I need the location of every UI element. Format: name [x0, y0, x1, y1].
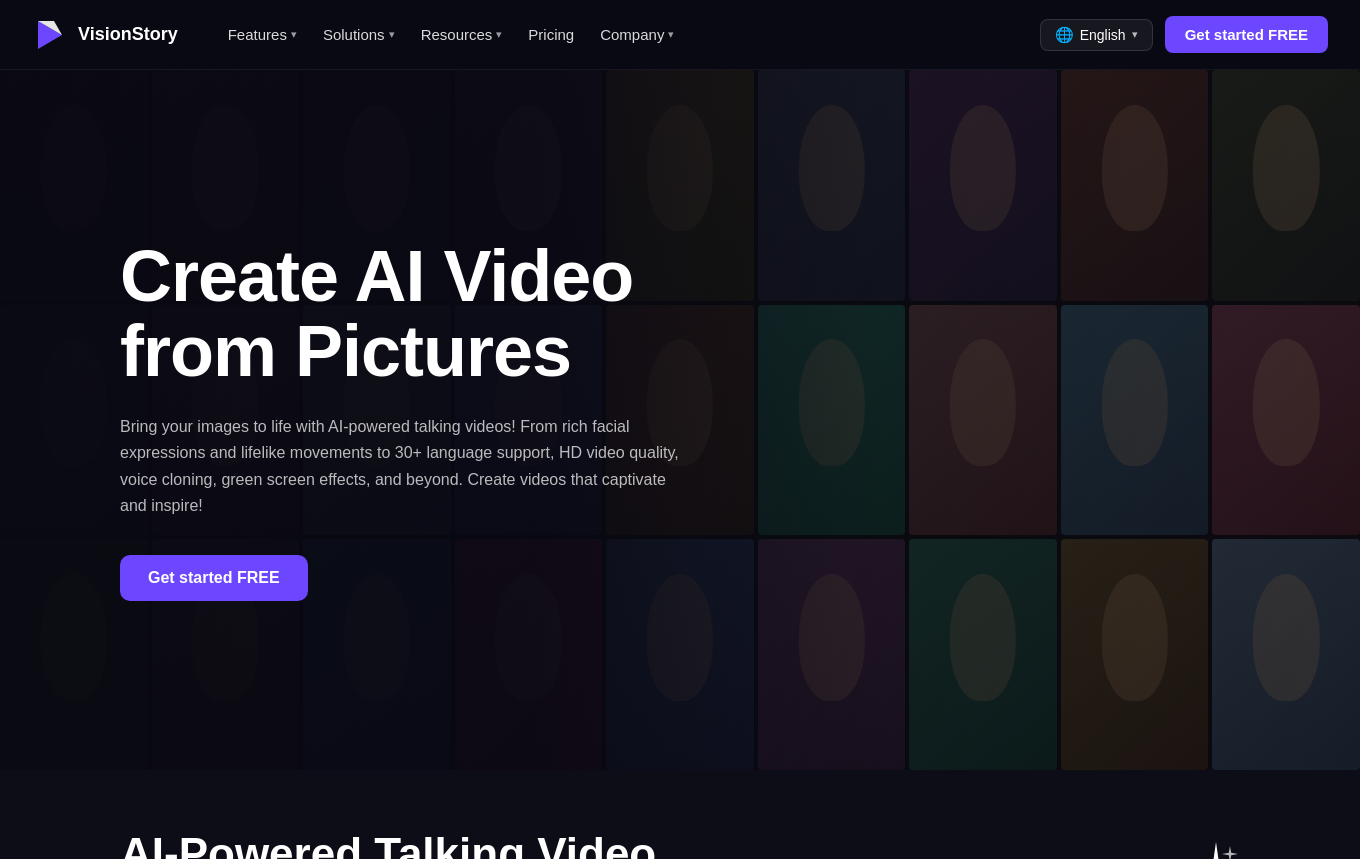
logo-icon [32, 17, 68, 53]
section-title: AI-Powered Talking Video [120, 830, 656, 859]
hero-section: Create AI Video from Pictures Bring your… [0, 70, 1360, 770]
nav-item-resources[interactable]: Resources ▾ [411, 20, 513, 49]
chevron-down-icon: ▾ [389, 28, 395, 41]
section-title-wrap: AI-Powered Talking Video [120, 830, 656, 859]
nav-item-solutions[interactable]: Solutions ▾ [313, 20, 405, 49]
nav-links: Features ▾ Solutions ▾ Resources ▾ Prici… [218, 20, 685, 49]
language-label: English [1080, 27, 1126, 43]
logo[interactable]: VisionStory [32, 17, 178, 53]
nav-item-features[interactable]: Features ▾ [218, 20, 307, 49]
nav-item-pricing[interactable]: Pricing [518, 20, 584, 49]
nav-cta-button[interactable]: Get started FREE [1165, 16, 1328, 53]
hero-description: Bring your images to life with AI-powere… [120, 414, 680, 520]
chevron-down-icon: ▾ [291, 28, 297, 41]
sparkle-decoration [1192, 838, 1240, 859]
sparkle-icon [1192, 838, 1240, 859]
hero-title: Create AI Video from Pictures [120, 239, 680, 390]
hero-content: Create AI Video from Pictures Bring your… [0, 239, 728, 602]
brand-name: VisionStory [78, 24, 178, 45]
nav-item-company[interactable]: Company ▾ [590, 20, 684, 49]
nav-right: 🌐 English ▾ Get started FREE [1040, 16, 1328, 53]
chevron-down-icon: ▾ [1132, 28, 1138, 41]
main-nav: VisionStory Features ▾ Solutions ▾ Resou… [0, 0, 1360, 70]
chevron-down-icon: ▾ [496, 28, 502, 41]
hero-cta-button[interactable]: Get started FREE [120, 555, 308, 601]
language-selector[interactable]: 🌐 English ▾ [1040, 19, 1153, 51]
nav-left: VisionStory Features ▾ Solutions ▾ Resou… [32, 17, 684, 53]
ai-talking-video-section: AI-Powered Talking Video [0, 770, 1360, 859]
chevron-down-icon: ▾ [668, 28, 674, 41]
globe-icon: 🌐 [1055, 26, 1074, 44]
